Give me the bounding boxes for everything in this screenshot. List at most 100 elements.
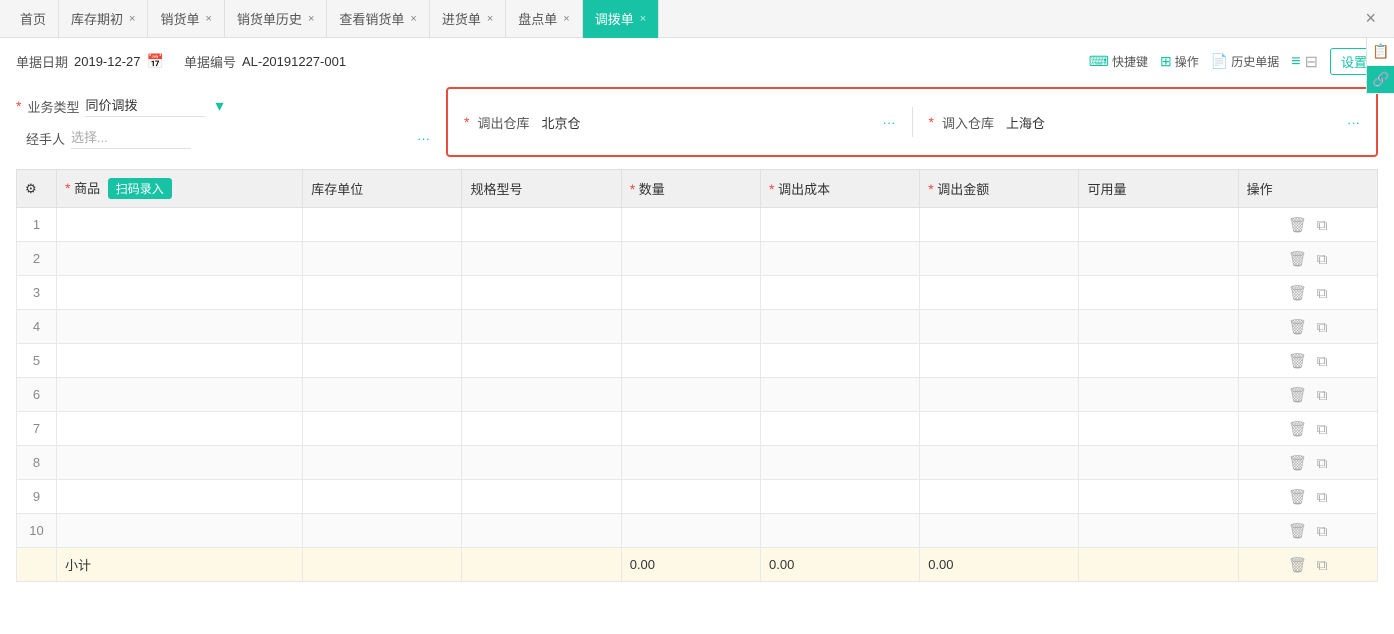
qty-cell[interactable] xyxy=(621,378,760,412)
row-copy-icon[interactable]: ⧉ xyxy=(1317,455,1328,472)
tab-transfer-order[interactable]: 调拨单 × xyxy=(583,0,659,38)
grid-view-button[interactable]: ⊟ xyxy=(1305,52,1318,72)
unit-cell[interactable] xyxy=(303,242,462,276)
amount-cell[interactable] xyxy=(920,242,1079,276)
qty-cell[interactable] xyxy=(621,242,760,276)
available-cell[interactable] xyxy=(1079,412,1238,446)
available-cell[interactable] xyxy=(1079,310,1238,344)
business-type-dropdown-icon[interactable]: ▾ xyxy=(215,96,223,116)
row-copy-icon[interactable]: ⧉ xyxy=(1317,387,1328,404)
cost-cell[interactable] xyxy=(761,208,920,242)
tab-purchase-order-close[interactable]: × xyxy=(487,13,493,25)
product-cell[interactable] xyxy=(57,514,303,548)
unit-cell[interactable] xyxy=(303,514,462,548)
unit-cell[interactable] xyxy=(303,378,462,412)
scan-entry-button[interactable]: 扫码录入 xyxy=(108,178,172,199)
unit-cell[interactable] xyxy=(303,412,462,446)
row-delete-icon[interactable]: 🗑 xyxy=(1288,523,1307,540)
amount-cell[interactable] xyxy=(920,344,1079,378)
row-delete-icon[interactable]: 🗑 xyxy=(1288,489,1307,506)
history-docs-button[interactable]: 📄 历史单据 xyxy=(1211,53,1279,70)
product-cell[interactable] xyxy=(57,208,303,242)
tab-sales-order-close[interactable]: × xyxy=(205,13,211,25)
product-cell[interactable] xyxy=(57,480,303,514)
tab-inventory-check[interactable]: 盘点单 × xyxy=(506,0,582,38)
tab-purchase-order[interactable]: 进货单 × xyxy=(430,0,506,38)
amount-cell[interactable] xyxy=(920,276,1079,310)
available-cell[interactable] xyxy=(1079,446,1238,480)
amount-cell[interactable] xyxy=(920,412,1079,446)
warehouse-out-value[interactable]: 北京仓 xyxy=(541,113,621,132)
product-cell[interactable] xyxy=(57,310,303,344)
spec-cell[interactable] xyxy=(462,344,621,378)
cost-cell[interactable] xyxy=(761,412,920,446)
calendar-icon[interactable]: 📅 xyxy=(147,53,164,70)
subtotal-delete-icon[interactable]: 🗑 xyxy=(1288,557,1307,574)
available-cell[interactable] xyxy=(1079,276,1238,310)
available-cell[interactable] xyxy=(1079,514,1238,548)
subtotal-copy-icon[interactable]: ⧉ xyxy=(1317,557,1328,574)
row-copy-icon[interactable]: ⧉ xyxy=(1317,523,1328,540)
product-cell[interactable] xyxy=(57,412,303,446)
product-cell[interactable] xyxy=(57,242,303,276)
window-close-button[interactable]: × xyxy=(1355,8,1386,29)
cost-cell[interactable] xyxy=(761,480,920,514)
amount-cell[interactable] xyxy=(920,378,1079,412)
row-delete-icon[interactable]: 🗑 xyxy=(1288,455,1307,472)
tab-home[interactable]: 首页 xyxy=(8,0,59,38)
qty-cell[interactable] xyxy=(621,276,760,310)
unit-cell[interactable] xyxy=(303,480,462,514)
ops-button[interactable]: ⊞ 操作 xyxy=(1160,53,1199,70)
qty-cell[interactable] xyxy=(621,344,760,378)
row-delete-icon[interactable]: 🗑 xyxy=(1288,319,1307,336)
product-cell[interactable] xyxy=(57,378,303,412)
row-copy-icon[interactable]: ⧉ xyxy=(1317,217,1328,234)
warehouse-in-more-icon[interactable]: ··· xyxy=(1347,115,1360,130)
available-cell[interactable] xyxy=(1079,480,1238,514)
spec-cell[interactable] xyxy=(462,446,621,480)
row-copy-icon[interactable]: ⧉ xyxy=(1317,353,1328,370)
unit-cell[interactable] xyxy=(303,446,462,480)
spec-cell[interactable] xyxy=(462,378,621,412)
spec-cell[interactable] xyxy=(462,242,621,276)
qty-cell[interactable] xyxy=(621,514,760,548)
tab-inventory-check-close[interactable]: × xyxy=(563,13,569,25)
available-cell[interactable] xyxy=(1079,378,1238,412)
tab-transfer-order-close[interactable]: × xyxy=(640,13,646,25)
cost-cell[interactable] xyxy=(761,276,920,310)
tab-sales-history-close[interactable]: × xyxy=(308,13,314,25)
unit-cell[interactable] xyxy=(303,208,462,242)
tab-sales-order[interactable]: 销货单 × xyxy=(148,0,224,38)
row-delete-icon[interactable]: 🗑 xyxy=(1288,353,1307,370)
qty-cell[interactable] xyxy=(621,446,760,480)
spec-cell[interactable] xyxy=(462,412,621,446)
qty-cell[interactable] xyxy=(621,310,760,344)
available-cell[interactable] xyxy=(1079,208,1238,242)
row-copy-icon[interactable]: ⧉ xyxy=(1317,489,1328,506)
side-panel-doc-icon[interactable]: 📋 xyxy=(1367,38,1394,66)
product-cell[interactable] xyxy=(57,276,303,310)
spec-cell[interactable] xyxy=(462,310,621,344)
available-cell[interactable] xyxy=(1079,344,1238,378)
spec-cell[interactable] xyxy=(462,276,621,310)
unit-cell[interactable] xyxy=(303,310,462,344)
business-type-value[interactable]: 同价调拨 xyxy=(85,95,205,117)
cost-cell[interactable] xyxy=(761,514,920,548)
tab-inventory-init[interactable]: 库存期初 × xyxy=(59,0,148,38)
spec-cell[interactable] xyxy=(462,514,621,548)
spec-cell[interactable] xyxy=(462,208,621,242)
row-copy-icon[interactable]: ⧉ xyxy=(1317,319,1328,336)
tab-inventory-init-close[interactable]: × xyxy=(129,13,135,25)
row-delete-icon[interactable]: 🗑 xyxy=(1288,217,1307,234)
qty-cell[interactable] xyxy=(621,208,760,242)
amount-cell[interactable] xyxy=(920,446,1079,480)
row-copy-icon[interactable]: ⧉ xyxy=(1317,421,1328,438)
warehouse-out-more-icon[interactable]: ··· xyxy=(883,115,896,130)
unit-cell[interactable] xyxy=(303,276,462,310)
row-copy-icon[interactable]: ⧉ xyxy=(1317,285,1328,302)
product-cell[interactable] xyxy=(57,446,303,480)
amount-cell[interactable] xyxy=(920,310,1079,344)
row-copy-icon[interactable]: ⧉ xyxy=(1317,251,1328,268)
warehouse-in-value[interactable]: 上海仓 xyxy=(1006,113,1086,132)
side-panel-link-icon[interactable]: 🔗 xyxy=(1367,66,1394,94)
